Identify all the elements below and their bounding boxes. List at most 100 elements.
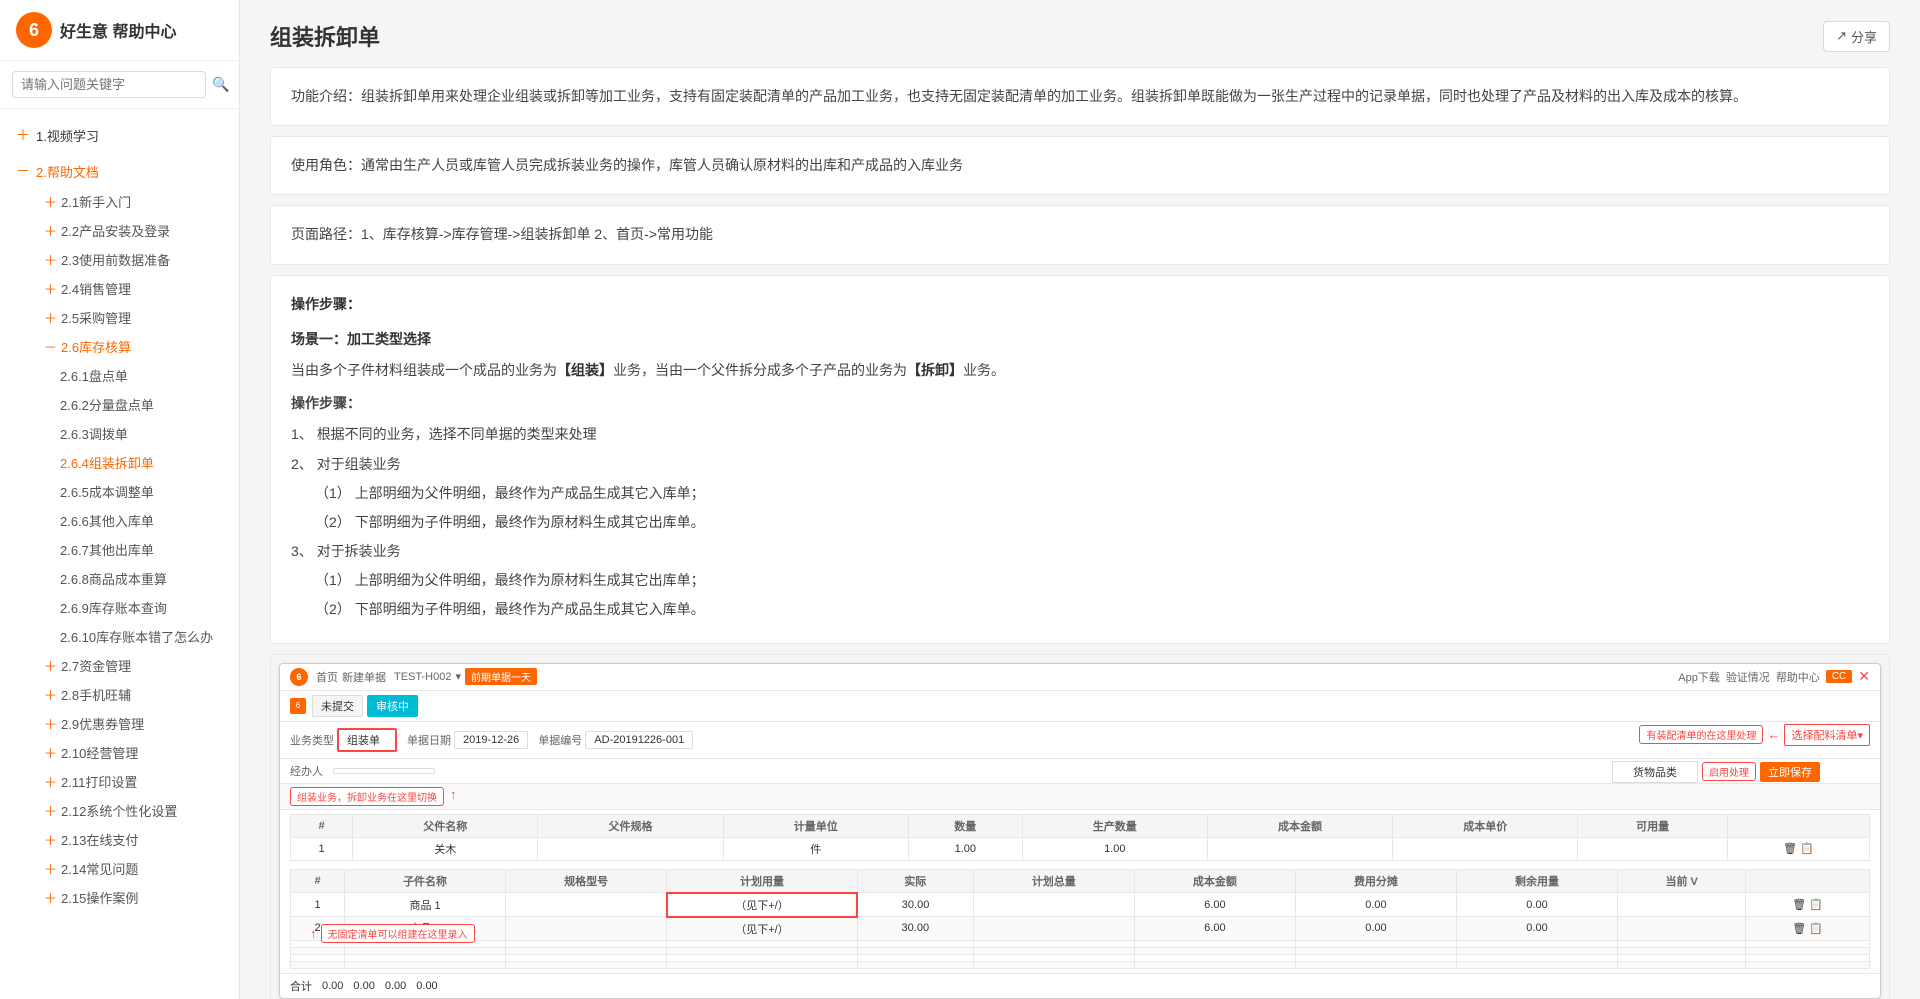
plus-icon-faq: ＋ (44, 859, 57, 878)
sidebar-item-video-learning[interactable]: ＋ 1.视频学习 (0, 119, 239, 151)
total-label: 合计 (290, 978, 312, 994)
sidebar-item-ops[interactable]: ＋ 2.10经营管理 (28, 738, 239, 767)
annotation-enable: 货物品类 启用处理 立即保存 (1612, 761, 1820, 783)
sidebar-item-stocktake[interactable]: 2.6.1盘点单 (44, 361, 239, 390)
plus-icon-sales: ＋ (44, 279, 57, 298)
date-value[interactable]: 2019-12-26 (454, 731, 528, 749)
sidebar-item-purchase[interactable]: ＋ 2.5采购管理 (28, 303, 239, 332)
sidebar-item-print[interactable]: ＋ 2.11打印设置 (28, 767, 239, 796)
sidebar-item-help-docs[interactable]: － 2.帮助文档 (0, 155, 239, 187)
recent-btn[interactable]: 前期单据一天 (465, 668, 537, 685)
col-num: # (291, 814, 353, 837)
sidebar-item-transfer[interactable]: 2.6.3调拨单 (44, 419, 239, 448)
step-2-sub1-num: （1） (315, 485, 351, 501)
annotation-row: 组装业务，拆卸业务在这里切换 ↓ (280, 784, 1880, 810)
table-footer: 合计 0.00 0.00 0.00 0.00 (280, 973, 1880, 998)
lr1-num: 1 (291, 893, 345, 917)
cell-num: 1 (291, 837, 353, 860)
lower-table: # 子件名称 规格型号 计划用量 实际 计划总量 成本金额 费用分摊 剩余用量 (290, 869, 1870, 969)
sidebar-item-beginner[interactable]: ＋ 2.1新手入门 (28, 187, 239, 216)
sidebar-item-ledger-error[interactable]: 2.6.10库存账本错了怎么办 (44, 622, 239, 651)
staff-value[interactable] (333, 768, 435, 774)
total-v3: 0.00 (385, 980, 406, 992)
sidebar-item-faq[interactable]: ＋ 2.14常见问题 (28, 854, 239, 883)
col-plan-qty: 计划用量 (667, 869, 858, 893)
search-input[interactable] (12, 71, 206, 98)
lr1-name: 商品 1 (345, 893, 506, 917)
step-2-subs: （1） 上部明细为父件明细，最终作为产成品生成其它入库单； （2） 下部明细为子… (291, 481, 1869, 535)
screenshot-container: 6 首页 新建单据 TEST-H002 ▾ 前期单据一天 App下载 验证 (270, 654, 1890, 999)
lower-row-6 (291, 961, 1870, 968)
sidebar-item-other-outbound[interactable]: 2.6.7其他出库单 (44, 535, 239, 564)
cc-btn[interactable]: CC (1826, 670, 1852, 683)
sidebar-nav: ＋ 1.视频学习 － 2.帮助文档 ＋ 2.1新手入门 ＋ 2.2产品安装及登录 (0, 109, 239, 999)
verify[interactable]: 验证情况 (1726, 669, 1770, 685)
sidebar-item-install[interactable]: ＋ 2.2产品安装及登录 (28, 216, 239, 245)
lr2-costamt: 6.00 (1134, 917, 1295, 941)
annotation-bom: 有装配清单的在这里处理 ← 选择配料清单▾ (1639, 724, 1870, 746)
nav-section-docs: － 2.帮助文档 ＋ 2.1新手入门 ＋ 2.2产品安装及登录 ＋ 2.3使用前… (0, 153, 239, 914)
upper-table: # 父件名称 父件规格 计量单位 数量 生产数量 成本金额 成本单价 可用量 (290, 814, 1870, 861)
sidebar-item-sales[interactable]: ＋ 2.4销售管理 (28, 274, 239, 303)
date-label: 单据日期 (407, 732, 451, 748)
sidebar-item-other-inbound[interactable]: 2.6.6其他入库单 (44, 506, 239, 535)
step-2-sub2-text: 下部明细为子件明细，最终作为原材料生成其它出库单。 (355, 514, 705, 530)
minus-icon: － (16, 161, 30, 181)
sidebar: 6 好生意 帮助中心 🔍 ＋ 1.视频学习 － 2.帮助文档 ＋ 2.1新手入门 (0, 0, 240, 999)
sidebar-item-cost-recalc[interactable]: 2.6.8商品成本重算 (44, 564, 239, 593)
arrow-bom: ← (1767, 727, 1780, 742)
annotation-nofix: ↑ 无固定清单可以组建在这里录入 (310, 924, 475, 943)
cell-qty: 1.00 (908, 837, 1022, 860)
app-download[interactable]: App下载 (1678, 669, 1720, 685)
col-plan-total: 计划总量 (973, 869, 1134, 893)
sidebar-item-mobile[interactable]: ＋ 2.8手机旺辅 (28, 680, 239, 709)
cell-parent-spec (538, 837, 723, 860)
plus-icon-beginner: ＋ (44, 192, 57, 211)
type-value[interactable]: 组装单 (337, 728, 397, 752)
sidebar-item-partial-stocktake[interactable]: 2.6.2分量盘点单 (44, 390, 239, 419)
billno-value[interactable]: AD-20191226-001 (585, 731, 693, 749)
sidebar-item-online-pay[interactable]: ＋ 2.13在线支付 (28, 825, 239, 854)
help-center[interactable]: 帮助中心 (1776, 669, 1820, 685)
sidebar-item-personalize[interactable]: ＋ 2.12系统个性化设置 (28, 796, 239, 825)
sidebar-item-ledger-query[interactable]: 2.6.9库存账本查询 (44, 593, 239, 622)
tab-reviewing[interactable]: 审核中 (367, 695, 418, 717)
close-icon[interactable]: ✕ (1858, 668, 1870, 685)
col-alloc: 费用分摊 (1295, 869, 1456, 893)
cell-prod-qty: 1.00 (1022, 837, 1207, 860)
sidebar-item-coupon[interactable]: ＋ 2.9优惠券管理 (28, 709, 239, 738)
plus-icon-dataprep: ＋ (44, 250, 57, 269)
field-type: 业务类型 组装单 (290, 728, 397, 752)
tab-unsubmit[interactable]: 未提交 (312, 695, 363, 717)
share-button[interactable]: ↗ 分享 (1823, 21, 1890, 52)
staff-label: 经办人 (290, 763, 323, 779)
steps-label: 操作步骤： (291, 391, 1869, 416)
save-btn[interactable]: 立即保存 (1760, 762, 1820, 782)
step-1: 1、 根据不同的业务，选择不同单据的类型来处理 (291, 422, 1869, 447)
col-parent-spec: 父件规格 (538, 814, 723, 837)
sidebar-item-assembly[interactable]: 2.6.4组装拆卸单 (44, 448, 239, 477)
sidebar-item-finance[interactable]: ＋ 2.7资金管理 (28, 651, 239, 680)
billno-label: 单据编号 (538, 732, 582, 748)
col-parent-name: 父件名称 (353, 814, 538, 837)
sidebar-item-cost-adjust[interactable]: 2.6.5成本调整单 (44, 477, 239, 506)
step-3-text: 对于拆装业务 (317, 543, 401, 559)
cell-action: 🗑 📋 (1727, 837, 1869, 860)
upper-table-section: # 父件名称 父件规格 计量单位 数量 生产数量 成本金额 成本单价 可用量 (280, 810, 1880, 865)
col-cost-price: 成本单价 (1393, 814, 1578, 837)
col-cost-amt: 成本金额 (1207, 814, 1392, 837)
sidebar-item-inventory[interactable]: － 2.6库存核算 (28, 332, 239, 361)
app-icon-small: 6 (290, 698, 306, 714)
annotation-switch-text: 组装业务，拆卸业务在这里切换 (290, 787, 444, 806)
lr1-cur (1618, 893, 1746, 917)
plus-icon-personalize: ＋ (44, 801, 57, 820)
plus-icon-ops: ＋ (44, 743, 57, 762)
lr1-spec (506, 893, 667, 917)
lr2-ops: 🗑 📋 (1746, 917, 1870, 941)
bom-button[interactable]: 选择配料清单▾ (1784, 724, 1870, 746)
search-icon[interactable]: 🔍 (212, 76, 229, 93)
sidebar-item-dataprep[interactable]: ＋ 2.3使用前数据准备 (28, 245, 239, 274)
sidebar-item-cases[interactable]: ＋ 2.15操作案例 (28, 883, 239, 912)
main-content: 组装拆卸单 ↗ 分享 功能介绍：组装拆卸单用来处理企业组装或拆卸等加工业务，支持… (240, 0, 1920, 999)
field-billno: 单据编号 AD-20191226-001 (538, 731, 693, 749)
